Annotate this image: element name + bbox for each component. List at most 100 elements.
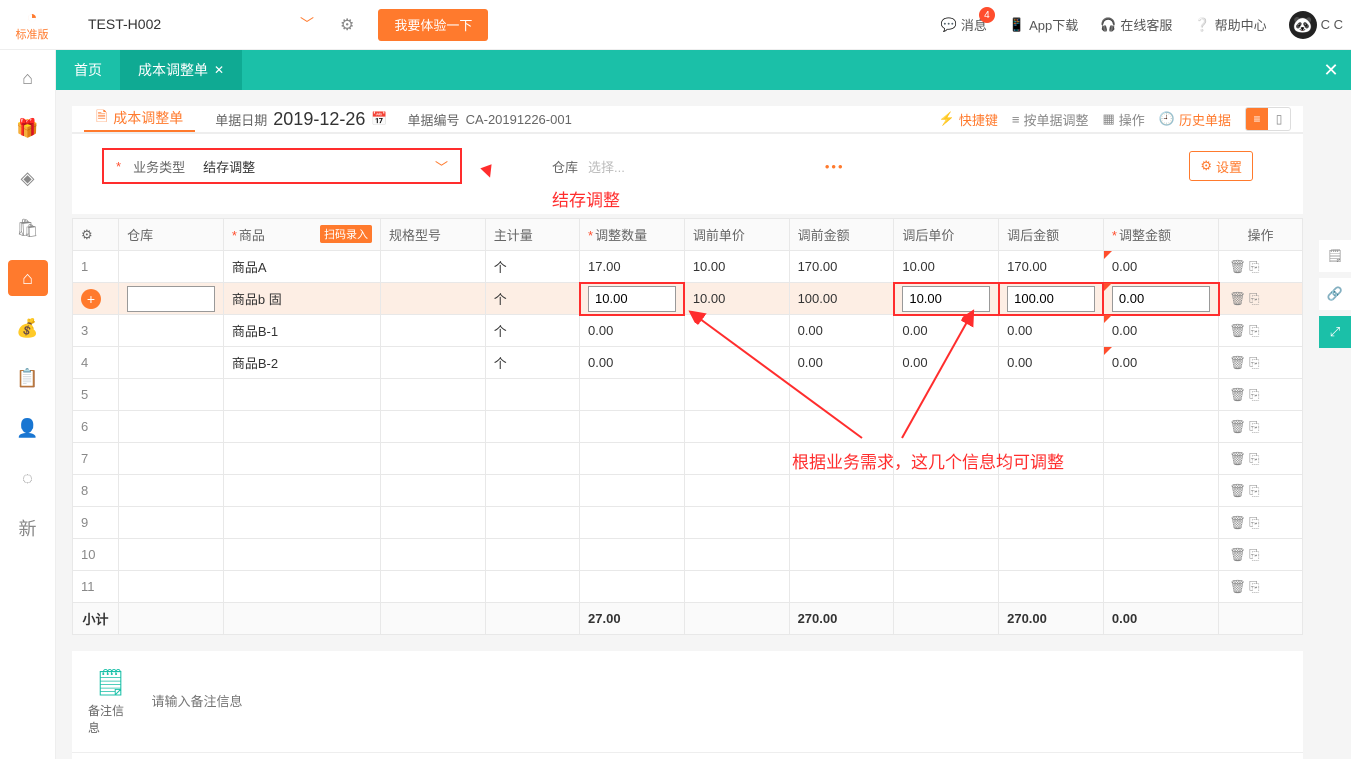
tab-home[interactable]: 首页: [56, 50, 120, 90]
nav-warehouse-icon[interactable]: ⌂: [8, 260, 48, 296]
nav-new-icon[interactable]: 新: [8, 510, 48, 546]
table-row[interactable]: 6🗑⎘: [73, 411, 1303, 443]
app-download-link[interactable]: 📱 App下载: [1009, 15, 1078, 34]
by-doc-link[interactable]: ≡按单据调整: [1012, 110, 1089, 129]
nav-money-icon[interactable]: 💰: [8, 310, 48, 346]
delete-row-icon[interactable]: 🗑: [1229, 483, 1245, 499]
delete-row-icon[interactable]: 🗑: [1229, 451, 1245, 467]
add-row-button[interactable]: +: [81, 289, 101, 309]
business-type-selector[interactable]: * 业务类型 结存调整 ﹀: [102, 148, 462, 184]
copy-row-icon[interactable]: ⎘: [1249, 515, 1265, 531]
delete-row-icon[interactable]: 🗑: [1229, 515, 1245, 531]
table-row[interactable]: 1商品A个17.0010.00170.0010.00170.000.00🗑⎘: [73, 251, 1303, 283]
table-row[interactable]: 5🗑⎘: [73, 379, 1303, 411]
col-adj-qty[interactable]: *调整数量: [580, 219, 685, 251]
nav-user-icon[interactable]: 👤: [8, 410, 48, 446]
nav-bag-icon[interactable]: 🛍: [8, 210, 48, 246]
col-adj-amount[interactable]: *调整金额: [1103, 219, 1218, 251]
expand-icon[interactable]: ⤢: [1319, 316, 1351, 348]
nav-clipboard-icon[interactable]: 📋: [8, 360, 48, 396]
copy-row-icon[interactable]: ⎘: [1249, 451, 1265, 467]
table-row[interactable]: +商品b 固个10.00100.00🗑⎘: [73, 283, 1303, 315]
col-gear[interactable]: ⚙: [73, 219, 119, 251]
delete-row-icon[interactable]: 🗑: [1229, 419, 1245, 435]
settings-icon[interactable]: ⚙: [340, 15, 354, 35]
nav-gift-icon[interactable]: 🎁: [8, 110, 48, 146]
history-link[interactable]: 🕘历史单据: [1159, 110, 1231, 129]
notepad-icon: 🗒: [94, 667, 127, 698]
nav-diamond-icon[interactable]: ◈: [8, 160, 48, 196]
copy-row-icon[interactable]: ⎘: [1249, 483, 1265, 499]
copy-row-icon[interactable]: ⎘: [1249, 579, 1265, 595]
note-icon[interactable]: 🗒: [1319, 240, 1351, 272]
table-row[interactable]: 11🗑⎘: [73, 571, 1303, 603]
col-unit[interactable]: 主计量: [485, 219, 579, 251]
col-post-amount[interactable]: 调后金额: [999, 219, 1104, 251]
shortcut-link[interactable]: ⚡快捷键: [939, 110, 998, 129]
col-pre-amount[interactable]: 调前金额: [789, 219, 894, 251]
card-view-icon[interactable]: ▯: [1268, 108, 1290, 130]
post-price-input[interactable]: [902, 286, 990, 312]
close-icon[interactable]: ✕: [214, 63, 224, 77]
col-spec[interactable]: 规格型号: [381, 219, 486, 251]
link-icon[interactable]: 🔗: [1319, 278, 1351, 310]
copy-row-icon[interactable]: ⎘: [1249, 259, 1265, 275]
copy-row-icon[interactable]: ⎘: [1249, 355, 1265, 371]
nav-home-icon[interactable]: ⌂: [8, 60, 48, 96]
delete-row-icon[interactable]: 🗑: [1229, 259, 1245, 275]
experience-button[interactable]: 我要体验一下: [378, 9, 488, 41]
post-amount-input[interactable]: [1007, 286, 1095, 312]
table-row[interactable]: 3商品B-1个0.000.000.000.000.00🗑⎘: [73, 315, 1303, 347]
page-tabs: 首页 成本调整单 ✕ ✕: [0, 50, 1351, 90]
nav-ring-icon[interactable]: ◌: [8, 460, 48, 496]
copy-row-icon[interactable]: ⎘: [1249, 387, 1265, 403]
col-warehouse[interactable]: 仓库: [119, 219, 224, 251]
adj-amount-input[interactable]: [1112, 286, 1210, 312]
delete-row-icon[interactable]: 🗑: [1229, 355, 1245, 371]
delete-row-icon[interactable]: 🗑: [1229, 579, 1245, 595]
settings-button[interactable]: ⚙ 设置: [1189, 151, 1253, 181]
calendar-icon[interactable]: 📅: [371, 111, 387, 127]
view-toggle[interactable]: ≡ ▯: [1245, 107, 1291, 131]
operate-link[interactable]: ▦操作: [1102, 110, 1144, 129]
col-pre-price[interactable]: 调前单价: [684, 219, 789, 251]
gear-icon: ⚙: [1200, 158, 1212, 174]
list-view-icon[interactable]: ≡: [1246, 108, 1268, 130]
warehouse-input[interactable]: [127, 286, 215, 312]
chevron-down-icon: ﹀: [435, 157, 448, 176]
messages-link[interactable]: 💬 消息 4: [941, 15, 987, 34]
table-row[interactable]: 10🗑⎘: [73, 539, 1303, 571]
delete-row-icon[interactable]: 🗑: [1229, 547, 1245, 563]
delete-row-icon[interactable]: 🗑: [1229, 323, 1245, 339]
more-icon[interactable]: •••: [825, 159, 845, 174]
table-row[interactable]: 4商品B-2个0.000.000.000.000.00🗑⎘: [73, 347, 1303, 379]
table-row[interactable]: 7🗑⎘: [73, 443, 1303, 475]
chevron-down-icon: ﹀: [300, 14, 314, 34]
left-sidebar: ⌂ 🎁 ◈ 🛍 ⌂ 💰 📋 👤 ◌ 新: [0, 50, 56, 759]
qty-input[interactable]: [588, 286, 676, 312]
support-link[interactable]: 🎧 在线客服: [1100, 15, 1172, 34]
doc-date: 单据日期 2019-12-26 📅: [215, 109, 387, 130]
help-link[interactable]: ❔ 帮助中心: [1194, 15, 1266, 34]
date-value[interactable]: 2019-12-26: [273, 109, 365, 130]
close-all-tabs-icon[interactable]: ✕: [1311, 50, 1351, 90]
col-product[interactable]: *商品扫码录入: [223, 219, 380, 251]
copy-row-icon[interactable]: ⎘: [1249, 323, 1265, 339]
table-row[interactable]: 8🗑⎘: [73, 475, 1303, 507]
copy-row-icon[interactable]: ⎘: [1249, 291, 1265, 307]
table-row[interactable]: 9🗑⎘: [73, 507, 1303, 539]
doc-title-tab[interactable]: 🗎 成本调整单: [84, 106, 195, 132]
copy-row-icon[interactable]: ⎘: [1249, 547, 1265, 563]
org-selector[interactable]: TEST-H002 ﹀: [76, 9, 326, 41]
warehouse-filter[interactable]: 仓库 选择...: [552, 157, 625, 176]
document-header: 🗎 成本调整单 单据日期 2019-12-26 📅 单据编号 CA-201912…: [72, 106, 1303, 134]
scan-button[interactable]: 扫码录入: [320, 225, 372, 243]
user-menu[interactable]: 🐼 C C: [1289, 11, 1343, 39]
copy-row-icon[interactable]: ⎘: [1249, 419, 1265, 435]
help-icon: ❔: [1194, 17, 1210, 33]
tab-cost-adjust[interactable]: 成本调整单 ✕: [120, 50, 242, 90]
delete-row-icon[interactable]: 🗑: [1229, 291, 1245, 307]
col-post-price[interactable]: 调后单价: [894, 219, 999, 251]
delete-row-icon[interactable]: 🗑: [1229, 387, 1245, 403]
remark-input[interactable]: [151, 694, 1287, 709]
